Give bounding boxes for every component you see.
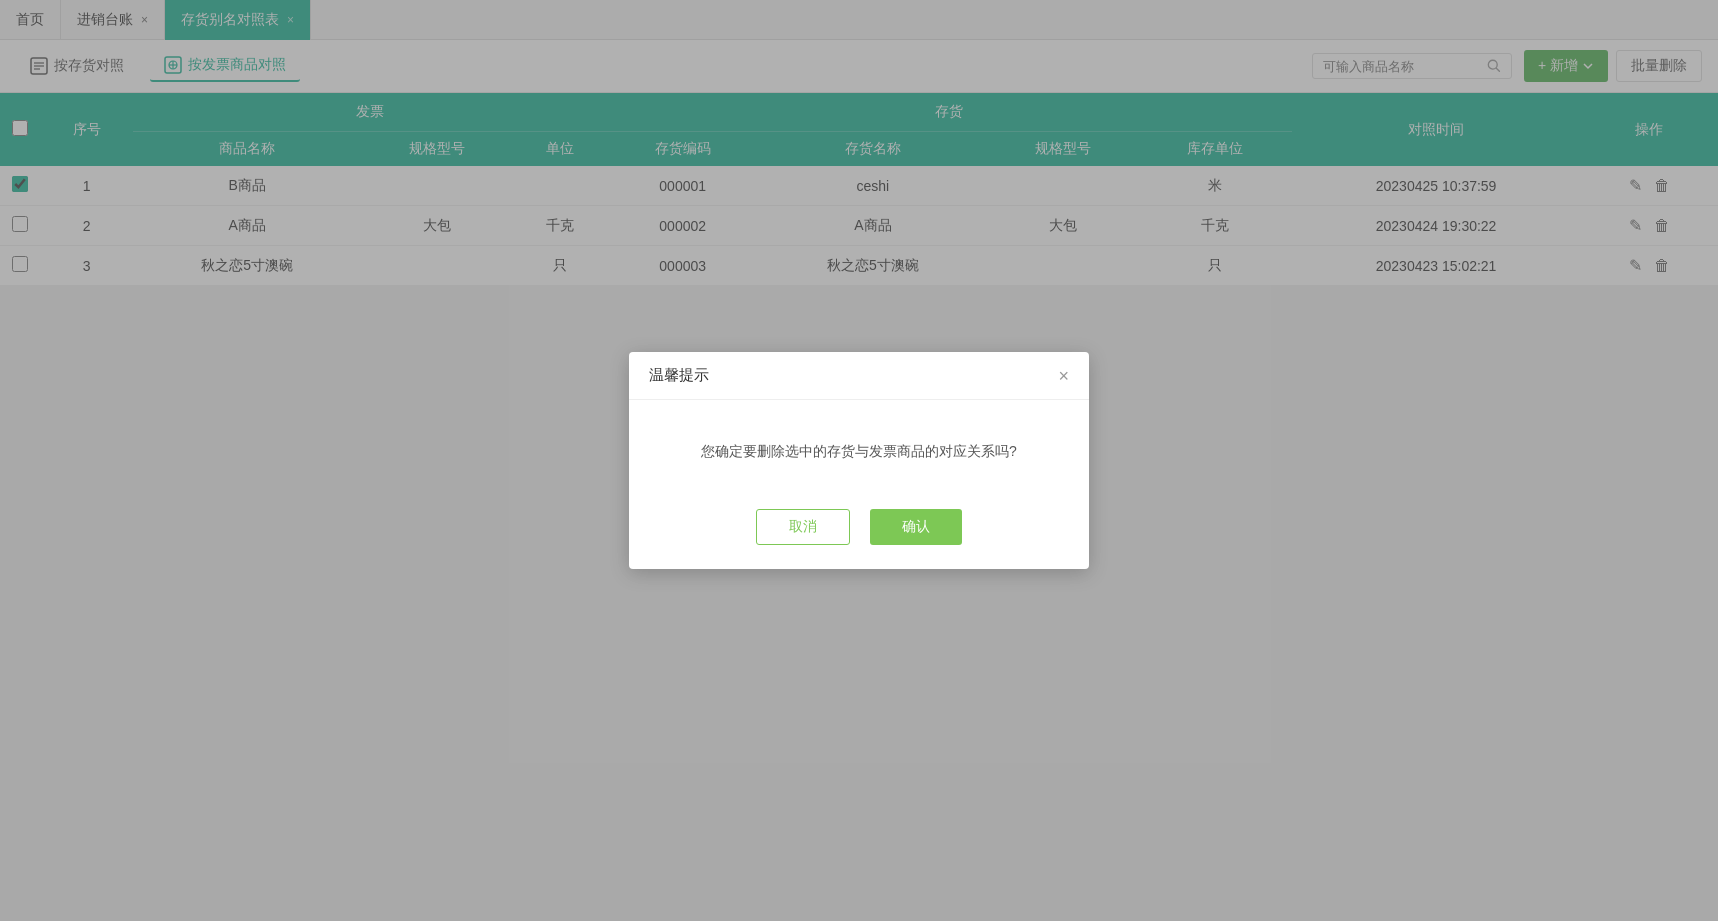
modal-overlay: 温馨提示 × 您确定要删除选中的存货与发票商品的对应关系吗? 取消 确认 <box>0 0 1718 286</box>
